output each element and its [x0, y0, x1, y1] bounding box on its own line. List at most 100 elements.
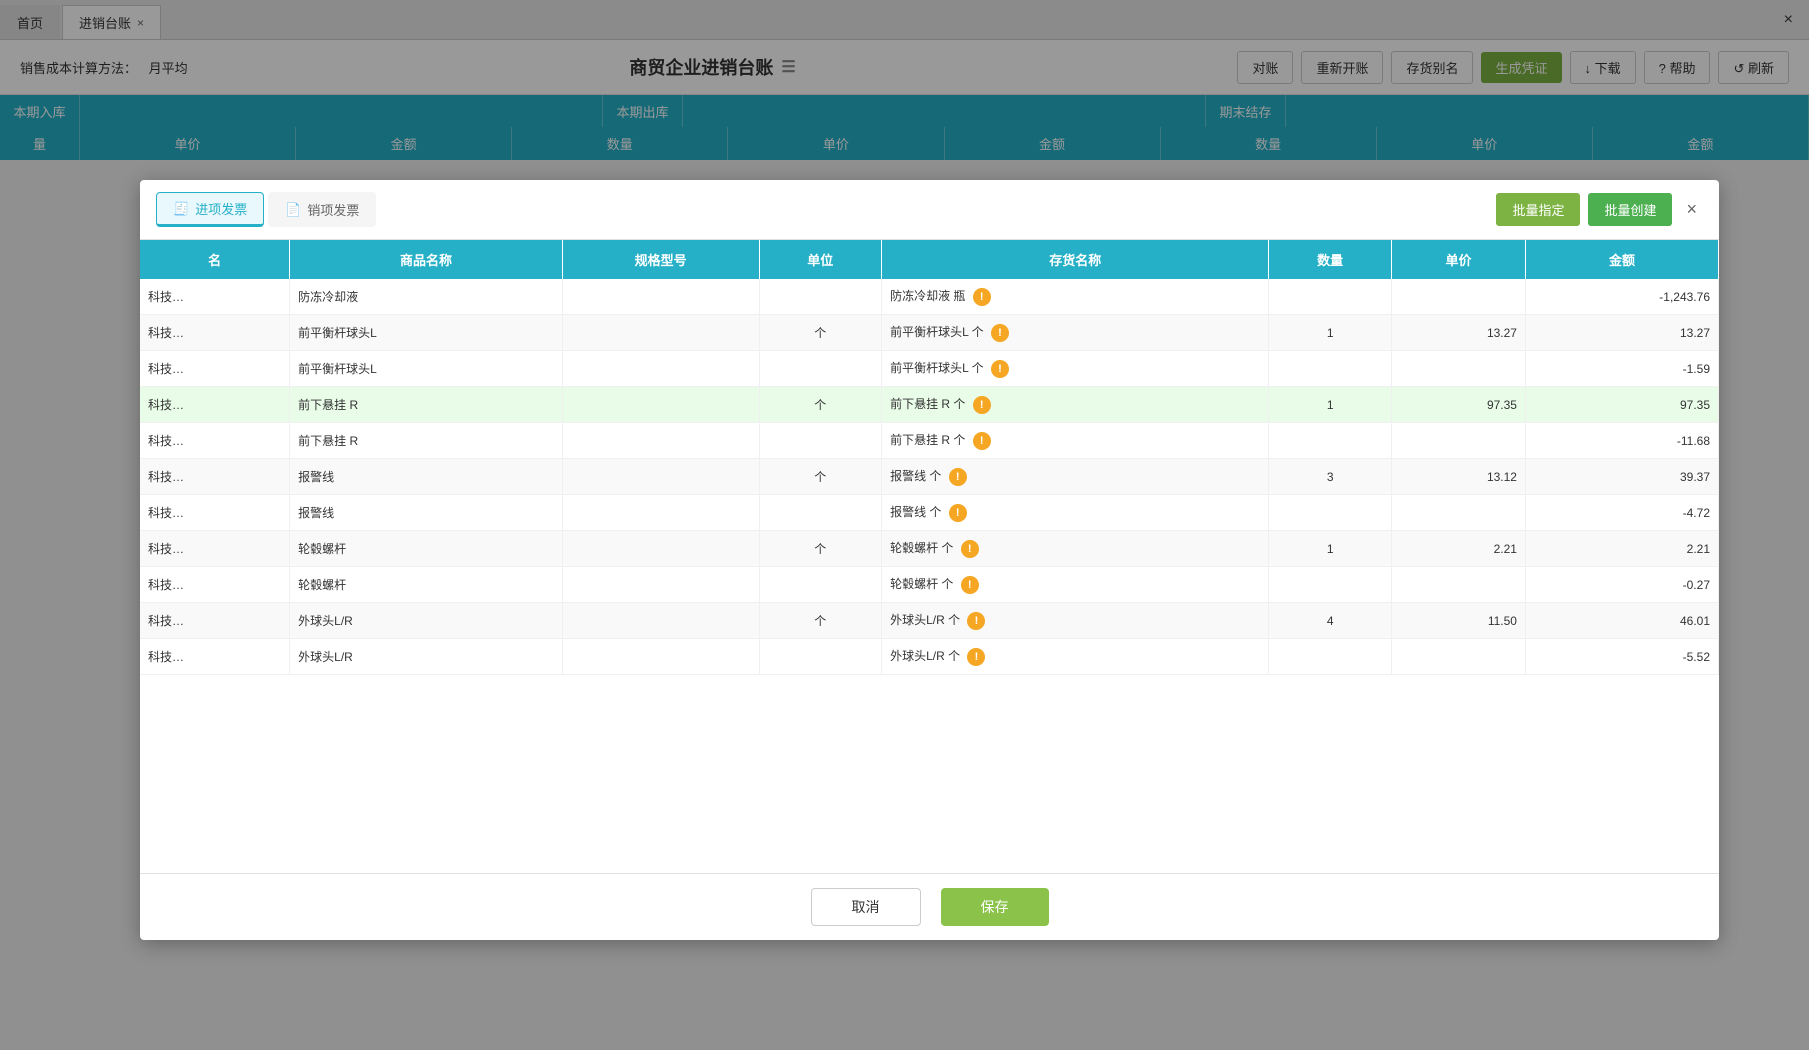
- table-cell: [1391, 495, 1525, 531]
- table-cell: -5.52: [1525, 639, 1718, 675]
- table-cell: 防冻冷却液: [290, 279, 563, 315]
- table-cell: 外球头L/R: [290, 603, 563, 639]
- cancel-button[interactable]: 取消: [811, 888, 921, 926]
- table-cell: [562, 603, 759, 639]
- table-row[interactable]: 科技…轮毂螺杆个轮毂螺杆 个 !12.212.21: [140, 531, 1719, 567]
- table-cell: 前下悬挂 R: [290, 423, 563, 459]
- table-cell: [1391, 423, 1525, 459]
- table-body: 科技…防冻冷却液防冻冷却液 瓶 !-1,243.76科技…前平衡杆球头L个前平衡…: [140, 279, 1719, 675]
- table-cell: 科技…: [140, 315, 290, 351]
- table-cell: 科技…: [140, 531, 290, 567]
- table-row[interactable]: 科技…前平衡杆球头L个前平衡杆球头L 个 !113.2713.27: [140, 315, 1719, 351]
- table-row[interactable]: 科技…前下悬挂 R个前下悬挂 R 个 !197.3597.35: [140, 387, 1719, 423]
- table-cell: 个: [759, 531, 882, 567]
- table-cell: -4.72: [1525, 495, 1718, 531]
- table-row[interactable]: 科技…前平衡杆球头L前平衡杆球头L 个 !-1.59: [140, 351, 1719, 387]
- table-cell: [759, 423, 882, 459]
- table-cell: 4: [1269, 603, 1392, 639]
- tab-incoming-invoice[interactable]: 🧾 进项发票: [156, 192, 264, 227]
- table-cell: 前下悬挂 R 个 !: [882, 423, 1269, 459]
- warning-icon: !: [949, 504, 967, 522]
- table-cell: 轮毂螺杆 个 !: [882, 567, 1269, 603]
- table-row[interactable]: 科技…外球头L/R 个外球头L/R 个 !411.5046.01: [140, 603, 1719, 639]
- table-cell: 个: [759, 315, 882, 351]
- table-cell: 个: [759, 603, 882, 639]
- table-cell: [562, 495, 759, 531]
- table-cell: 2.21: [1391, 531, 1525, 567]
- table-row[interactable]: 科技…轮毂螺杆 轮毂螺杆 个 ! -0.27: [140, 567, 1719, 603]
- table-cell: 13.27: [1525, 315, 1718, 351]
- table-header-row: 名 商品名称 规格型号 单位 存货名称 数量 单价 金额: [140, 240, 1719, 279]
- warning-icon: !: [967, 612, 985, 630]
- outgoing-invoice-label: 销项发票: [307, 200, 359, 219]
- table-cell: 报警线 个 !: [882, 495, 1269, 531]
- th-amount: 金额: [1525, 240, 1718, 279]
- table-cell: -1,243.76: [1525, 279, 1718, 315]
- table-cell: [562, 567, 759, 603]
- tab-outgoing-invoice[interactable]: 📄 销项发票: [268, 192, 376, 227]
- warning-icon: !: [991, 324, 1009, 342]
- table-cell: [759, 351, 882, 387]
- table-row[interactable]: 科技…报警线个报警线 个 !313.1239.37: [140, 459, 1719, 495]
- table-cell: [562, 315, 759, 351]
- warning-icon: !: [961, 540, 979, 558]
- table-row[interactable]: 科技…防冻冷却液 防冻冷却液 瓶 ! -1,243.76: [140, 279, 1719, 315]
- table-cell: [759, 639, 882, 675]
- modal-footer: 取消 保存: [140, 873, 1719, 940]
- warning-icon: !: [973, 396, 991, 414]
- table-cell: 轮毂螺杆 个 !: [882, 531, 1269, 567]
- table-cell: [1269, 495, 1392, 531]
- modal-close-button[interactable]: ×: [1680, 197, 1703, 222]
- batch-assign-button[interactable]: 批量指定: [1496, 193, 1580, 226]
- invoice-modal: 🧾 进项发票 📄 销项发票 批量指定 批量创建 × 名 商品名称 规格型号 单位: [140, 180, 1719, 940]
- batch-create-button[interactable]: 批量创建: [1588, 193, 1672, 226]
- table-cell: [759, 279, 882, 315]
- table-cell: 13.27: [1391, 315, 1525, 351]
- table-cell: 科技…: [140, 387, 290, 423]
- table-row[interactable]: 科技…前下悬挂 R前下悬挂 R 个 !-11.68: [140, 423, 1719, 459]
- table-cell: 前平衡杆球头L: [290, 351, 563, 387]
- table-cell: 1: [1269, 531, 1392, 567]
- warning-icon: !: [973, 288, 991, 306]
- table-cell: [759, 495, 882, 531]
- table-row[interactable]: 科技…报警线 报警线 个 ! -4.72: [140, 495, 1719, 531]
- table-cell: 46.01: [1525, 603, 1718, 639]
- modal-tabs: 🧾 进项发票 📄 销项发票: [156, 192, 376, 227]
- table-cell: [562, 351, 759, 387]
- table-cell: [562, 639, 759, 675]
- table-cell: 97.35: [1391, 387, 1525, 423]
- table-cell: 前平衡杆球头L 个 !: [882, 315, 1269, 351]
- table-cell: 报警线: [290, 495, 563, 531]
- table-cell: 前平衡杆球头L: [290, 315, 563, 351]
- table-cell: 3: [1269, 459, 1392, 495]
- table-row[interactable]: 科技…外球头L/R外球头L/R 个 !-5.52: [140, 639, 1719, 675]
- table-cell: 报警线: [290, 459, 563, 495]
- table-cell: -0.27: [1525, 567, 1718, 603]
- th-unit: 单位: [759, 240, 882, 279]
- table-cell: 科技…: [140, 603, 290, 639]
- table-cell: 1: [1269, 387, 1392, 423]
- table-cell: 个: [759, 459, 882, 495]
- table-cell: 科技…: [140, 279, 290, 315]
- table-cell: 13.12: [1391, 459, 1525, 495]
- modal-table-wrapper[interactable]: 名 商品名称 规格型号 单位 存货名称 数量 单价 金额 科技…防冻冷却液防冻冷…: [140, 240, 1719, 873]
- table-cell: 科技…: [140, 639, 290, 675]
- modal-header: 🧾 进项发票 📄 销项发票 批量指定 批量创建 ×: [140, 180, 1719, 240]
- table-cell: 外球头L/R 个 !: [882, 603, 1269, 639]
- table-cell: 前下悬挂 R 个 !: [882, 387, 1269, 423]
- table-cell: [562, 279, 759, 315]
- table-cell: [1269, 639, 1392, 675]
- table-cell: [562, 459, 759, 495]
- table-cell: 科技…: [140, 567, 290, 603]
- table-cell: 防冻冷却液 瓶 !: [882, 279, 1269, 315]
- table-cell: 科技…: [140, 495, 290, 531]
- table-cell: 11.50: [1391, 603, 1525, 639]
- save-button[interactable]: 保存: [941, 888, 1049, 926]
- table-cell: 轮毂螺杆: [290, 567, 563, 603]
- warning-icon: !: [961, 576, 979, 594]
- warning-icon: !: [967, 648, 985, 666]
- outgoing-invoice-icon: 📄: [285, 202, 301, 218]
- table-cell: [1391, 567, 1525, 603]
- table-cell: [1391, 351, 1525, 387]
- table-cell: 外球头L/R: [290, 639, 563, 675]
